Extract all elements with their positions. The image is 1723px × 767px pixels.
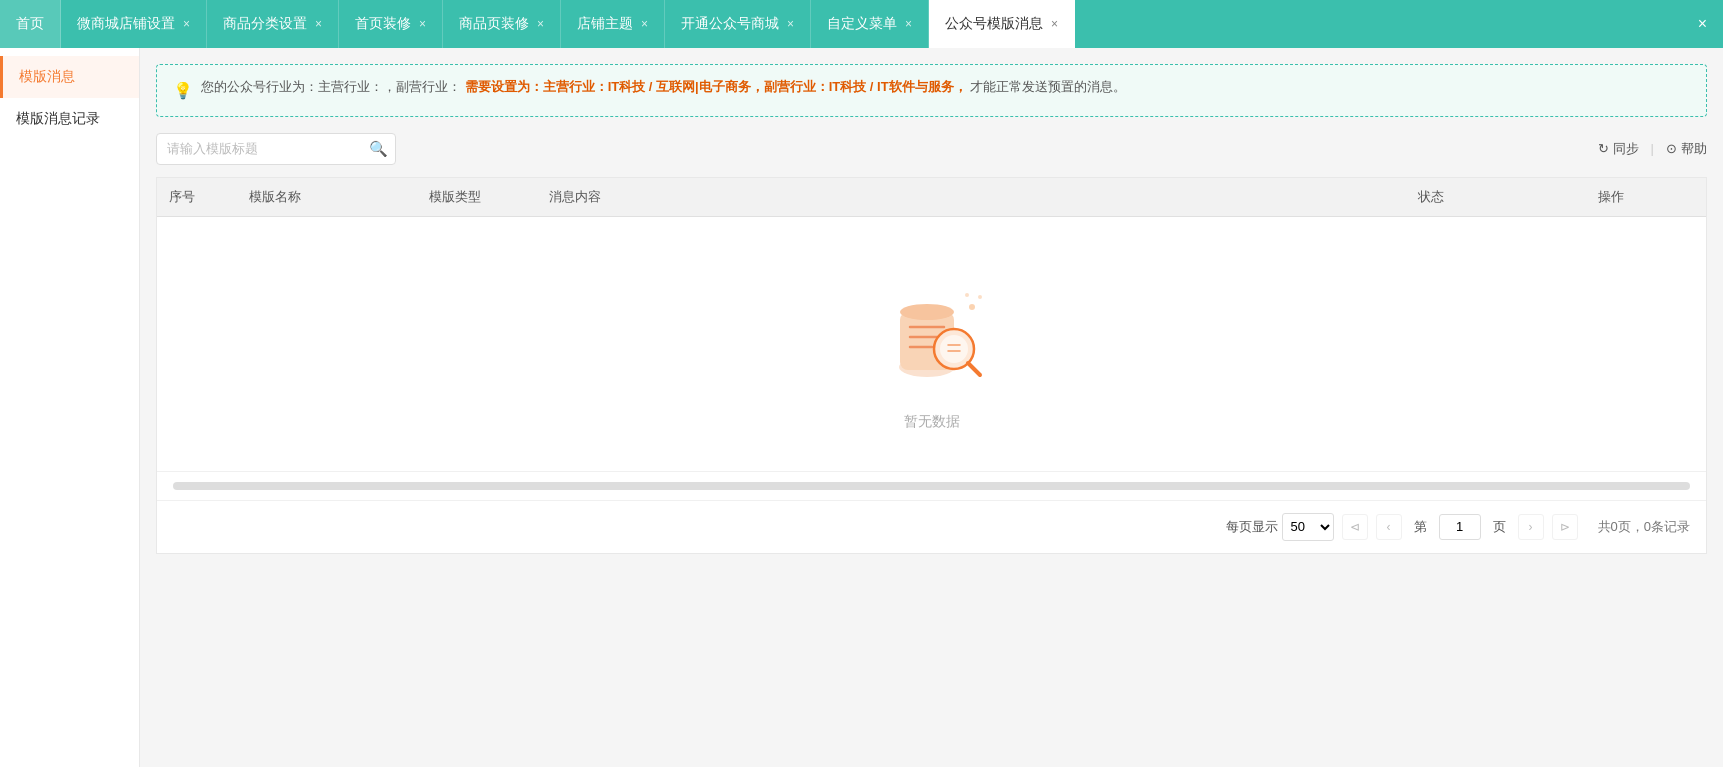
content-area: 💡 您的公众号行业为：主营行业：，副营行业： 需要设置为：主营行业：IT科技 /…: [140, 48, 1723, 767]
search-button[interactable]: 🔍: [369, 140, 388, 158]
th-action: 操作: [1586, 178, 1706, 216]
svg-point-11: [969, 304, 975, 310]
sidebar-item-template-msg[interactable]: 模版消息: [0, 56, 139, 98]
nav-close-wechat-shop[interactable]: ×: [183, 17, 190, 31]
sidebar: 模版消息 模版消息记录: [0, 48, 140, 767]
notice-text: 您的公众号行业为：主营行业：，副营行业： 需要设置为：主营行业：IT科技 / 互…: [201, 77, 1126, 98]
page-current-input[interactable]: 1: [1439, 514, 1481, 540]
page-size-dropdown[interactable]: 50 10 20 100: [1282, 513, 1334, 541]
pagination-row: 每页显示 50 10 20 100 ⊲ ‹ 第 1 页 › ⊳ 共0页，0条记录: [157, 500, 1706, 553]
nav-close-public-template[interactable]: ×: [1051, 17, 1058, 31]
nav-label-product-decor: 商品页装修: [459, 15, 529, 33]
table-wrap: 序号 模版名称 模版类型 消息内容 状态 操作: [156, 177, 1707, 554]
th-status: 状态: [1406, 178, 1586, 216]
nav-label-product-category: 商品分类设置: [223, 15, 307, 33]
th-content: 消息内容: [537, 178, 1406, 216]
nav-item-product-decor[interactable]: 商品页装修 ×: [443, 0, 561, 48]
th-index: 序号: [157, 178, 237, 216]
help-button[interactable]: ⊙ 帮助: [1666, 140, 1707, 158]
help-icon: ⊙: [1666, 141, 1677, 156]
nav-item-product-category[interactable]: 商品分类设置 ×: [207, 0, 339, 48]
nav-close-open-public[interactable]: ×: [787, 17, 794, 31]
toolbar-right: ↻ 同步 | ⊙ 帮助: [1598, 140, 1707, 158]
search-input[interactable]: [156, 133, 396, 165]
nav-label-public-template: 公众号模版消息: [945, 15, 1043, 33]
search-bar: 🔍 ↻ 同步 | ⊙ 帮助: [156, 133, 1707, 165]
notice-highlight: 需要设置为：主营行业：IT科技 / 互联网|电子商务，副营行业：IT科技 / I…: [465, 79, 967, 94]
nav-item-open-public[interactable]: 开通公众号商城 ×: [665, 0, 811, 48]
nav-item-public-template[interactable]: 公众号模版消息 ×: [929, 0, 1075, 48]
nav-label-custom-menu: 自定义菜单: [827, 15, 897, 33]
fake-scrollbar[interactable]: [173, 482, 1690, 490]
notice-icon: 💡: [173, 78, 193, 104]
empty-text: 暂无数据: [904, 413, 960, 431]
search-input-wrap: 🔍: [156, 133, 396, 165]
nav-item-home-decor[interactable]: 首页装修 ×: [339, 0, 443, 48]
nav-close-home-decor[interactable]: ×: [419, 17, 426, 31]
global-close-button[interactable]: ×: [1682, 0, 1723, 48]
nav-item-wechat-shop[interactable]: 微商城店铺设置 ×: [61, 0, 207, 48]
th-type: 模版类型: [417, 178, 537, 216]
page-size-label: 每页显示: [1226, 518, 1278, 536]
nav-label-open-public: 开通公众号商城: [681, 15, 779, 33]
page-size-select: 每页显示 50 10 20 100: [1226, 513, 1334, 541]
nav-item-custom-menu[interactable]: 自定义菜单 ×: [811, 0, 929, 48]
th-name: 模版名称: [237, 178, 417, 216]
svg-point-2: [900, 304, 954, 320]
pagination-prev-button[interactable]: ‹: [1376, 514, 1402, 540]
nav-close-shop-theme[interactable]: ×: [641, 17, 648, 31]
pagination-next-button[interactable]: ›: [1518, 514, 1544, 540]
sync-icon: ↻: [1598, 141, 1609, 156]
notice-banner: 💡 您的公众号行业为：主营行业：，副营行业： 需要设置为：主营行业：IT科技 /…: [156, 64, 1707, 117]
nav-label-shop-theme: 店铺主题: [577, 15, 633, 33]
top-nav: 首页 微商城店铺设置 × 商品分类设置 × 首页装修 × 商品页装修 × 店铺主…: [0, 0, 1723, 48]
scrollbar-row: [157, 471, 1706, 500]
table-header: 序号 模版名称 模版类型 消息内容 状态 操作: [157, 178, 1706, 217]
nav-label-wechat-shop: 微商城店铺设置: [77, 15, 175, 33]
nav-label-home: 首页: [16, 15, 44, 33]
nav-close-product-category[interactable]: ×: [315, 17, 322, 31]
nav-label-home-decor: 首页装修: [355, 15, 411, 33]
svg-line-8: [968, 363, 980, 375]
page-ye-label: 页: [1493, 518, 1506, 536]
nav-close-product-decor[interactable]: ×: [537, 17, 544, 31]
nav-item-home[interactable]: 首页: [0, 0, 61, 48]
nav-close-custom-menu[interactable]: ×: [905, 17, 912, 31]
sidebar-item-template-msg-record[interactable]: 模版消息记录: [0, 98, 139, 140]
pagination-last-button[interactable]: ⊳: [1552, 514, 1578, 540]
main-layout: 模版消息 模版消息记录 💡 您的公众号行业为：主营行业：，副营行业： 需要设置为…: [0, 48, 1723, 767]
empty-illustration: [872, 277, 992, 397]
page-di-label: 第: [1414, 518, 1427, 536]
pagination-total: 共0页，0条记录: [1598, 518, 1690, 536]
svg-point-7: [940, 335, 968, 363]
empty-state: 暂无数据: [157, 217, 1706, 471]
sync-button[interactable]: ↻ 同步: [1598, 140, 1639, 158]
svg-point-12: [978, 295, 982, 299]
toolbar-divider: |: [1651, 141, 1654, 156]
nav-item-shop-theme[interactable]: 店铺主题 ×: [561, 0, 665, 48]
pagination-first-button[interactable]: ⊲: [1342, 514, 1368, 540]
svg-point-13: [965, 293, 969, 297]
